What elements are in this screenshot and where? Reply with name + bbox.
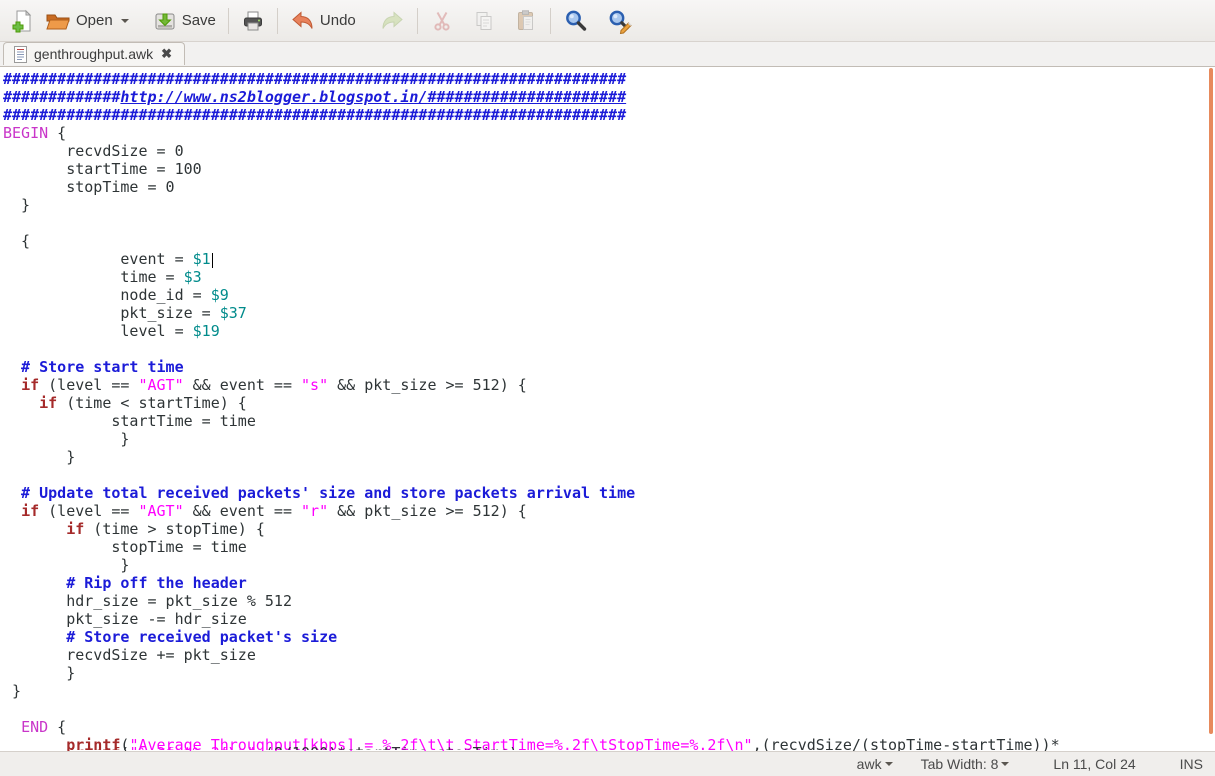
code-text: ########################################… <box>0 67 1215 751</box>
undo-button-label: Undo <box>320 12 356 29</box>
code-line: recvdSize += pkt_size <box>3 646 1215 664</box>
code-line: node_id = $9 <box>3 286 1215 304</box>
toolbar-separator <box>417 8 418 34</box>
open-dropdown-caret[interactable] <box>121 19 129 23</box>
code-line: pkt_size = $37 <box>3 304 1215 322</box>
code-line: time = $3 <box>3 268 1215 286</box>
insert-mode-indicator: INS <box>1180 756 1203 772</box>
tab-width-dropdown-caret <box>1001 762 1009 766</box>
open-button[interactable]: Open <box>40 6 134 36</box>
code-line: END { <box>3 718 1215 736</box>
language-label: awk <box>857 756 882 772</box>
code-line: } <box>3 682 1215 700</box>
code-line: { <box>3 232 1215 250</box>
copy-icon <box>472 9 496 33</box>
tab-width-selector[interactable]: Tab Width: 8 <box>921 756 1010 772</box>
redo-icon <box>380 9 405 33</box>
tab-close-icon[interactable]: ✖ <box>161 46 172 62</box>
language-dropdown-caret <box>885 762 893 766</box>
code-line: if (level == "AGT" && event == "r" && pk… <box>3 502 1215 520</box>
save-button-label: Save <box>182 12 216 29</box>
code-line: } <box>3 196 1215 214</box>
print-icon <box>241 9 265 33</box>
code-line: pkt_size -= hdr_size <box>3 610 1215 628</box>
save-button[interactable]: Save <box>148 6 221 36</box>
code-line: startTime = time <box>3 412 1215 430</box>
save-icon <box>153 9 177 33</box>
code-line: hdr_size = pkt_size % 512 <box>3 592 1215 610</box>
code-line: # Rip off the header <box>3 574 1215 592</box>
code-line: } <box>3 448 1215 466</box>
code-line <box>3 214 1215 232</box>
code-line: ########################################… <box>3 70 1215 88</box>
language-selector[interactable]: awk <box>857 756 893 772</box>
code-line <box>3 466 1215 484</box>
undo-button[interactable]: Undo <box>285 6 361 36</box>
code-line <box>3 340 1215 358</box>
search-replace-icon <box>607 8 634 34</box>
tab-title: genthroughput.awk <box>34 46 153 62</box>
status-bar: awk Tab Width: 8 Ln 11, Col 24 INS <box>0 751 1215 776</box>
tab-width-label: Tab Width: 8 <box>921 756 999 772</box>
overlay-scrollbar-thumb[interactable] <box>1209 68 1213 734</box>
toolbar-separator <box>228 8 229 34</box>
code-line: if (level == "AGT" && event == "s" && pk… <box>3 376 1215 394</box>
code-line: } <box>3 664 1215 682</box>
code-line: # Store received packet's size <box>3 628 1215 646</box>
code-line: #############http://www.ns2blogger.blogs… <box>3 88 1215 106</box>
tab-genthroughput[interactable]: genthroughput.awk ✖ <box>3 42 185 65</box>
open-button-label: Open <box>76 12 113 29</box>
replace-button[interactable] <box>602 5 639 37</box>
print-button[interactable] <box>236 6 270 36</box>
find-button[interactable] <box>558 5 594 37</box>
code-line: if (time < startTime) { <box>3 394 1215 412</box>
toolbar-separator <box>277 8 278 34</box>
new-document-button[interactable] <box>6 6 40 36</box>
partial-clipped-line: printf("%.2f\t%.2f\n",(8/1000)*startTime… <box>3 747 518 750</box>
tab-bar: genthroughput.awk ✖ <box>0 42 1215 65</box>
code-line: # Store start time <box>3 358 1215 376</box>
cursor-position-indicator: Ln 11, Col 24 <box>1053 756 1135 772</box>
code-line: stopTime = time <box>3 538 1215 556</box>
text-cursor <box>212 253 213 268</box>
document-icon <box>13 46 28 63</box>
toolbar-separator <box>550 8 551 34</box>
redo-button[interactable] <box>375 6 410 36</box>
paste-button[interactable] <box>509 6 543 36</box>
code-line: event = $1 <box>3 250 1215 268</box>
code-line: startTime = 100 <box>3 160 1215 178</box>
code-line <box>3 700 1215 718</box>
code-line: } <box>3 430 1215 448</box>
cut-button[interactable] <box>425 6 459 36</box>
cut-scissors-icon <box>430 9 454 33</box>
code-line: stopTime = 0 <box>3 178 1215 196</box>
search-icon <box>563 8 589 34</box>
paste-clipboard-icon <box>514 9 538 33</box>
code-line: # Update total received packets' size an… <box>3 484 1215 502</box>
code-line: level = $19 <box>3 322 1215 340</box>
code-line: recvdSize = 0 <box>3 142 1215 160</box>
toolbar: Open Save <box>0 0 1215 42</box>
code-line: ########################################… <box>3 106 1215 124</box>
open-folder-icon <box>45 9 71 33</box>
copy-button[interactable] <box>467 6 501 36</box>
code-line: } <box>3 556 1215 574</box>
code-line: if (time > stopTime) { <box>3 520 1215 538</box>
code-line: printf("%.2f\t%.2f\n",(8/1000)*startTime… <box>3 747 518 750</box>
undo-icon <box>290 9 315 33</box>
code-editor[interactable]: ########################################… <box>0 66 1215 751</box>
new-document-icon <box>11 9 35 33</box>
code-line: BEGIN { <box>3 124 1215 142</box>
